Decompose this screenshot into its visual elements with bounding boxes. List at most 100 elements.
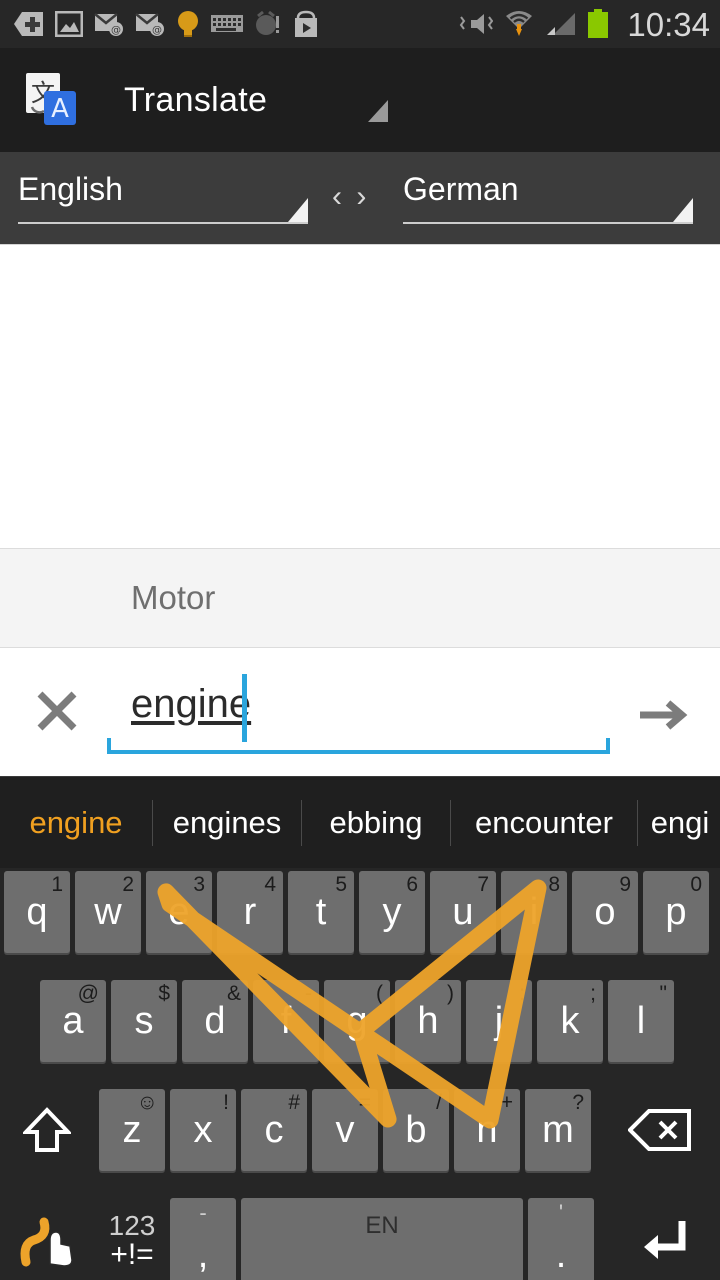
source-text-value: engine (131, 682, 252, 726)
key-c[interactable]: # c (241, 1089, 307, 1171)
key-hint: ; (590, 982, 596, 1005)
suggestion-item[interactable]: ebbing (302, 777, 450, 868)
language-selector-bar: English ‹ › German (0, 152, 720, 244)
source-text-field[interactable]: engine (107, 674, 610, 758)
key-hint: ? (572, 1091, 584, 1114)
key-g[interactable]: ( g (324, 980, 390, 1062)
period-key-hint: ' (558, 1200, 564, 1225)
battery-full-icon (588, 9, 609, 38)
action-bar[interactable]: 文 A Translate (0, 48, 720, 152)
key-hint: 2 (122, 873, 134, 896)
key-v[interactable]: = v (312, 1089, 378, 1171)
field-focus-underline (107, 750, 610, 754)
source-language-spinner[interactable]: English (18, 172, 308, 232)
key-hint: $ (158, 982, 170, 1005)
target-language-caret-icon (673, 198, 693, 222)
key-o[interactable]: 9 o (572, 871, 638, 953)
suggestion-item[interactable]: encounter (451, 777, 637, 868)
email-at-icon: @ (94, 12, 123, 36)
translation-result-area[interactable] (0, 244, 720, 548)
key-w[interactable]: 2 w (75, 871, 141, 953)
space-key-label: EN (365, 1212, 399, 1239)
enter-key[interactable] (600, 1198, 720, 1280)
status-clock: 10:34 (627, 5, 710, 43)
status-notification-icons: @ @ (14, 9, 319, 39)
svg-text:@: @ (111, 25, 121, 36)
suggestion-item[interactable]: engi (638, 777, 720, 868)
dictionary-word: Motor (131, 579, 216, 616)
key-label: o (594, 891, 616, 933)
key-hint: : (519, 982, 525, 1005)
key-q[interactable]: 1 q (4, 871, 70, 953)
key-label: d (204, 1000, 226, 1042)
gallery-image-icon (55, 11, 83, 37)
period-key[interactable]: ' . (528, 1198, 594, 1280)
key-hint: 9 (619, 873, 631, 896)
key-t[interactable]: 5 t (288, 871, 354, 953)
suggestion-strip: engine engines ebbing encounter engi (0, 776, 720, 868)
key-l[interactable]: " l (608, 980, 674, 1062)
key-j[interactable]: : j (466, 980, 532, 1062)
space-key[interactable]: EN (241, 1198, 523, 1280)
key-i[interactable]: 8 i (501, 871, 567, 953)
swipe-gesture-key[interactable] (0, 1198, 94, 1280)
key-hint: & (226, 982, 241, 1005)
key-label: z (122, 1109, 142, 1151)
soft-keyboard: engine engines ebbing encounter engi 1 q… (0, 776, 720, 1280)
status-system-icons: 10:34 (459, 8, 710, 41)
key-hint: 7 (477, 873, 489, 896)
key-u[interactable]: 7 u (430, 871, 496, 953)
status-bar: @ @ 10:34 (0, 0, 720, 48)
key-label: j (494, 1000, 504, 1042)
key-hint: - (305, 982, 312, 1005)
key-hint: 8 (548, 873, 560, 896)
key-f[interactable]: - f (253, 980, 319, 1062)
key-k[interactable]: ; k (537, 980, 603, 1062)
key-label: h (417, 1000, 439, 1042)
lightbulb-tip-icon (178, 11, 198, 37)
text-cursor (242, 674, 247, 742)
key-x[interactable]: ! x (170, 1089, 236, 1171)
translation-result-text (0, 245, 720, 293)
key-h[interactable]: ) h (395, 980, 461, 1062)
key-e[interactable]: 3 e (146, 871, 212, 953)
comma-key-hint: - (199, 1200, 207, 1225)
overflow-caret-icon[interactable] (368, 100, 388, 122)
shift-key[interactable] (0, 1089, 94, 1171)
key-y[interactable]: 6 y (359, 871, 425, 953)
key-label: f (280, 1000, 292, 1042)
key-m[interactable]: ? m (525, 1089, 591, 1171)
key-r[interactable]: 4 r (217, 871, 283, 953)
target-language-spinner[interactable]: German (403, 172, 693, 232)
keyboard-row-2: @ a $ s & d - f ( g ) h: j ; k " l (0, 980, 720, 1064)
key-label: s (134, 1000, 154, 1042)
key-label: u (452, 891, 474, 933)
key-hint: ) (447, 982, 454, 1005)
close-icon[interactable] (36, 690, 78, 732)
suggestion-item[interactable]: engines (153, 777, 301, 868)
key-hint: 3 (193, 873, 205, 896)
symbols-key[interactable]: 123 +!= (99, 1198, 165, 1280)
key-label: l (636, 1000, 646, 1042)
key-z[interactable]: ☺ z (99, 1089, 165, 1171)
key-hint: 0 (690, 873, 702, 896)
key-label: x (193, 1109, 213, 1151)
key-d[interactable]: & d (182, 980, 248, 1062)
source-language-caret-icon (288, 198, 308, 222)
key-hint: ! (223, 1091, 229, 1114)
backspace-key[interactable] (600, 1089, 720, 1171)
comma-key[interactable]: - , (170, 1198, 236, 1280)
key-n[interactable]: + n (454, 1089, 520, 1171)
swap-languages-button[interactable]: ‹ › (332, 182, 369, 212)
key-b[interactable]: / b (383, 1089, 449, 1171)
key-label: g (346, 1000, 368, 1042)
page-title: Translate (124, 80, 268, 119)
key-p[interactable]: 0 p (643, 871, 709, 953)
dictionary-result-row[interactable]: Motor (0, 548, 720, 648)
suggestion-item[interactable]: engine (0, 777, 152, 868)
key-a[interactable]: @ a (40, 980, 106, 1062)
key-s[interactable]: $ s (111, 980, 177, 1062)
target-language-label: German (403, 171, 519, 207)
arrow-right-icon[interactable] (640, 700, 688, 730)
key-label: q (26, 891, 48, 933)
